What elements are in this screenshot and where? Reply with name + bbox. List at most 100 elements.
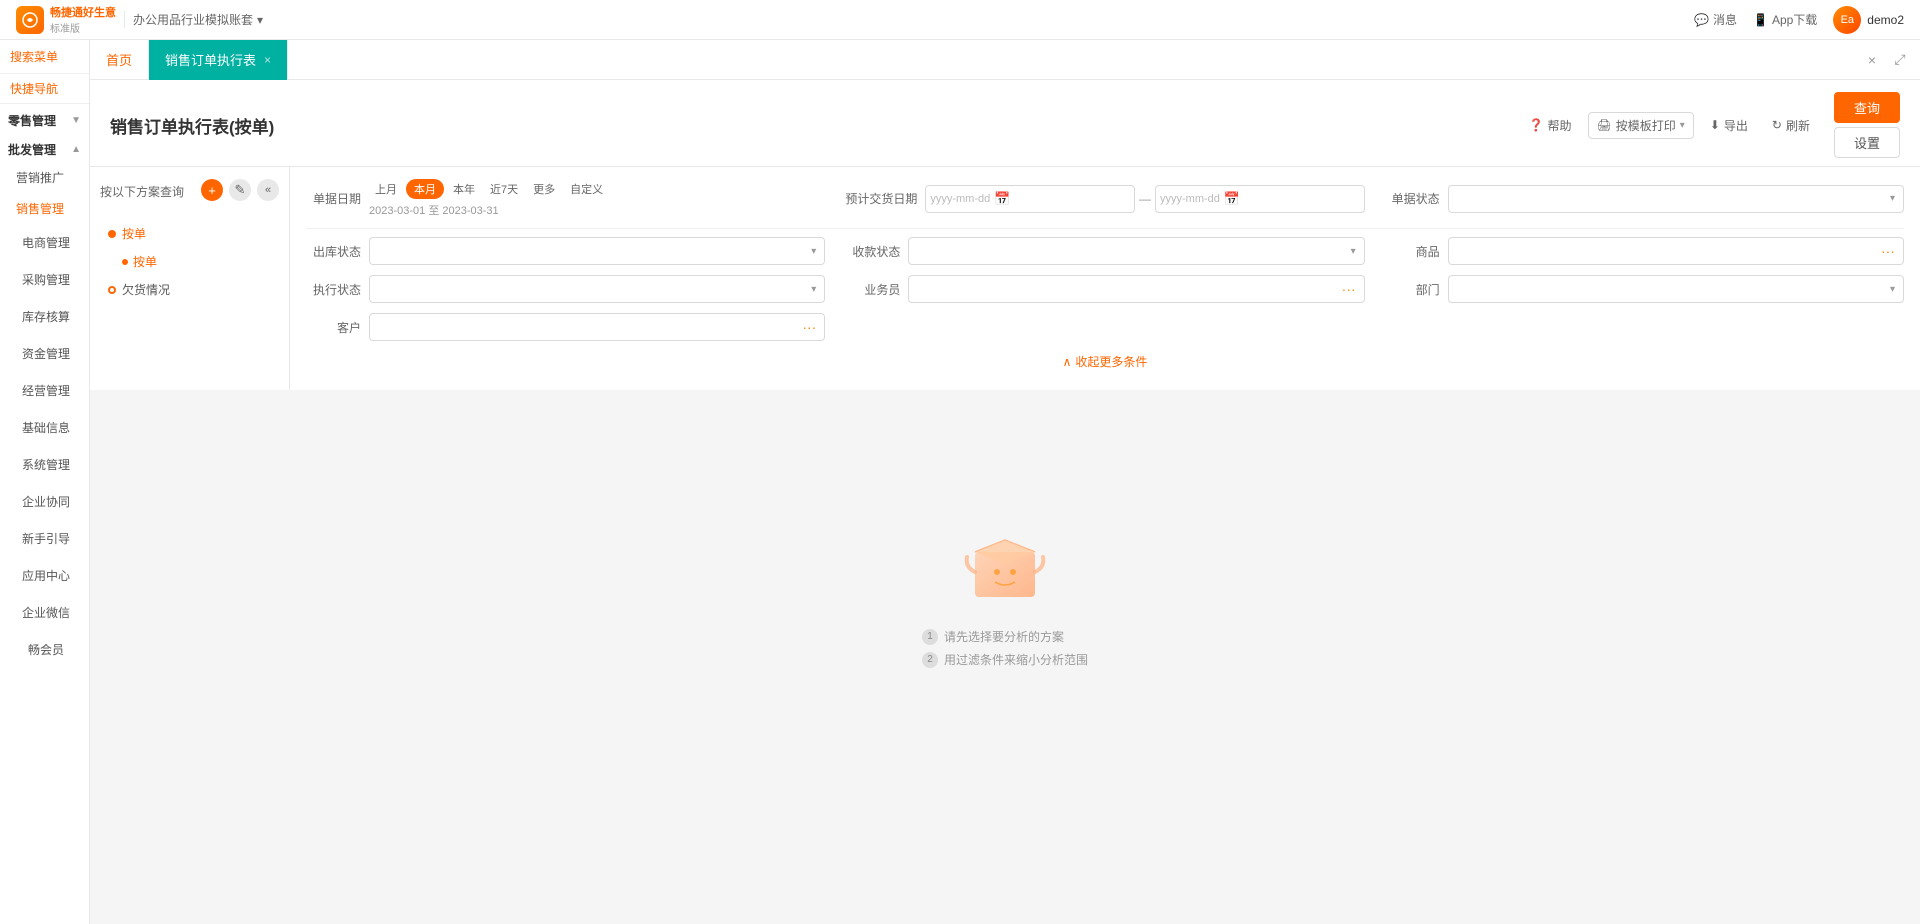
- sidebar-item-retail[interactable]: 零售管理 ▼: [0, 104, 89, 133]
- header-left: 畅捷通好生意 标准版 办公用品行业模拟账套 ▾: [16, 4, 271, 35]
- tab-home[interactable]: 首页: [90, 40, 149, 80]
- sidebar-sub-marketing[interactable]: 营销推广: [0, 162, 89, 193]
- empty-state: 1 请先选择要分析的方案 2 用过滤条件来缩小分析范围: [922, 452, 1088, 728]
- date-tab-this-year[interactable]: 本年: [447, 179, 481, 199]
- sidebar-item-newbie[interactable]: 新手引导: [0, 520, 89, 557]
- date-tab-this-month[interactable]: 本月: [406, 179, 444, 199]
- page-header: 销售订单执行表(按单) ❓ 帮助 🖨 按模板打印 ▾ ⬇ 导出: [90, 80, 1920, 167]
- scheme-item-1[interactable]: 欠货情况: [100, 275, 279, 304]
- filter-row-payment: 收款状态 ▾: [845, 237, 1364, 265]
- status-label: 单据状态: [1385, 190, 1440, 207]
- filter-row-forecast: 预计交货日期 yyyy-mm-dd 📅 — yyyy-mm-dd 📅: [845, 179, 1364, 218]
- forecast-date-range: yyyy-mm-dd 📅 — yyyy-mm-dd 📅: [925, 185, 1364, 213]
- customer-label: 客户: [306, 319, 361, 336]
- date-tab-more[interactable]: 更多: [527, 179, 561, 199]
- shipment-chevron-icon: ▾: [811, 246, 816, 257]
- goods-select[interactable]: ···: [1448, 237, 1904, 265]
- filter-area: 按以下方案查询 + ✎ « 按单 按单: [90, 167, 1920, 390]
- layout: 搜索菜单 快捷导航 零售管理 ▼ 批发管理 ▲ 营销推广 销售管理 电商管理 采…: [0, 40, 1920, 924]
- dept-chevron-icon: ▾: [1890, 284, 1895, 295]
- filter-right: 单据日期 上月 本月 本年 近7天 更多 自定义 20: [290, 167, 1920, 390]
- sidebar-item-ecommerce[interactable]: 电商管理: [0, 224, 89, 261]
- window-expand-btn[interactable]: ⤢: [1888, 48, 1912, 72]
- filter-row-dept: 部门 ▾: [1385, 275, 1904, 303]
- execution-chevron-icon: ▾: [811, 284, 816, 295]
- forecast-start-input[interactable]: yyyy-mm-dd 📅: [925, 185, 1135, 213]
- sidebar-item-appcenter[interactable]: 应用中心: [0, 557, 89, 594]
- customer-select[interactable]: ···: [369, 313, 825, 341]
- filter-row-shipment: 出库状态 ▾: [306, 237, 825, 265]
- date-range-text: 2023-03-01 至 2023-03-31: [369, 205, 499, 217]
- execution-label: 执行状态: [306, 281, 361, 298]
- shipment-select[interactable]: ▾: [369, 237, 825, 265]
- scheme-edit-btn[interactable]: ✎: [229, 179, 251, 201]
- empty-tip-1: 1 请先选择要分析的方案: [922, 628, 1088, 645]
- user-info[interactable]: Ea demo2: [1833, 6, 1904, 34]
- message-btn[interactable]: 💬 消息: [1694, 11, 1737, 28]
- tab-bar: 首页 销售订单执行表 × × ⤢: [90, 40, 1920, 80]
- export-btn[interactable]: ⬇ 导出: [1702, 113, 1756, 138]
- filter-row-salesman: 业务员 ···: [845, 275, 1364, 303]
- print-chevron-icon: ▾: [1680, 120, 1685, 131]
- date-tab-7days[interactable]: 近7天: [484, 179, 524, 199]
- collapse-icon: ∧: [1063, 355, 1072, 369]
- sidebar-item-system[interactable]: 系统管理: [0, 446, 89, 483]
- refresh-btn[interactable]: ↻ 刷新: [1764, 113, 1818, 138]
- sidebar-item-finance[interactable]: 资金管理: [0, 335, 89, 372]
- tab-active[interactable]: 销售订单执行表 ×: [149, 40, 288, 80]
- tab-close-btn[interactable]: ×: [264, 53, 271, 67]
- empty-tips: 1 请先选择要分析的方案 2 用过滤条件来缩小分析范围: [922, 628, 1088, 668]
- sidebar-item-member[interactable]: 畅会员: [0, 631, 89, 668]
- execution-select[interactable]: ▾: [369, 275, 825, 303]
- sidebar-item-search[interactable]: 搜索菜单: [0, 40, 89, 74]
- salesman-label: 业务员: [845, 281, 900, 298]
- app-download-btn[interactable]: 📱 App下载: [1753, 11, 1817, 28]
- collapse-more-btn[interactable]: ∧ 收起更多条件: [306, 345, 1904, 378]
- template-print-btn[interactable]: 🖨 按模板打印 ▾: [1588, 112, 1694, 139]
- filter-row-date: 单据日期 上月 本月 本年 近7天 更多 自定义 20: [306, 179, 825, 218]
- filter-left-title: 按以下方案查询: [100, 183, 184, 200]
- date-label: 单据日期: [306, 190, 361, 207]
- retail-arrow-icon: ▼: [71, 115, 81, 126]
- scheme-actions: + ✎ «: [201, 179, 279, 201]
- refresh-icon: ↻: [1772, 118, 1782, 132]
- sidebar-sub-sales[interactable]: 销售管理: [0, 193, 89, 224]
- sidebar-item-enterprise[interactable]: 企业协同: [0, 483, 89, 520]
- help-btn[interactable]: ❓ 帮助: [1521, 113, 1580, 138]
- sidebar-item-wechat[interactable]: 企业微信: [0, 594, 89, 631]
- salesman-select[interactable]: ···: [908, 275, 1364, 303]
- selector-arrow: ▾: [257, 13, 263, 27]
- sidebar-item-operations[interactable]: 经营管理: [0, 372, 89, 409]
- message-icon: 💬: [1694, 13, 1709, 27]
- header-right: 💬 消息 📱 App下载 Ea demo2: [1694, 6, 1904, 34]
- filter-row-status: 单据状态 ▾: [1385, 179, 1904, 218]
- sidebar-item-purchase[interactable]: 采购管理: [0, 261, 89, 298]
- page-title: 销售订单执行表(按单): [110, 113, 274, 138]
- empty-tip-2: 2 用过滤条件来缩小分析范围: [922, 651, 1088, 668]
- scheme-item-0[interactable]: 按单: [100, 219, 279, 248]
- payment-chevron-icon: ▾: [1351, 246, 1356, 257]
- sidebar-item-inventory[interactable]: 库存核算: [0, 298, 89, 335]
- scheme-collapse-btn[interactable]: «: [257, 179, 279, 201]
- sub-dot-按单: [122, 259, 128, 265]
- forecast-end-input[interactable]: yyyy-mm-dd 📅: [1155, 185, 1365, 213]
- status-chevron-icon: ▾: [1890, 193, 1895, 204]
- payment-select[interactable]: ▾: [908, 237, 1364, 265]
- sidebar-item-basic[interactable]: 基础信息: [0, 409, 89, 446]
- settings-btn[interactable]: 设置: [1834, 127, 1900, 158]
- status-select[interactable]: ▾: [1448, 185, 1904, 213]
- avatar: Ea: [1833, 6, 1861, 34]
- logo-area[interactable]: 畅捷通好生意 标准版: [16, 4, 116, 35]
- export-icon: ⬇: [1710, 118, 1720, 132]
- date-tab-last-month[interactable]: 上月: [369, 179, 403, 199]
- window-close-btn[interactable]: ×: [1860, 48, 1884, 72]
- scheme-add-btn[interactable]: +: [201, 179, 223, 201]
- query-btn[interactable]: 查询: [1834, 92, 1900, 123]
- date-tab-custom[interactable]: 自定义: [564, 179, 609, 199]
- sub-scheme-按单[interactable]: 按单: [100, 248, 279, 275]
- sidebar-item-wholesale[interactable]: 批发管理 ▲: [0, 133, 89, 162]
- account-selector[interactable]: 办公用品行业模拟账套 ▾: [124, 11, 271, 28]
- customer-more-icon: ···: [802, 319, 816, 335]
- sidebar-item-quicknav[interactable]: 快捷导航: [0, 74, 89, 104]
- dept-select[interactable]: ▾: [1448, 275, 1904, 303]
